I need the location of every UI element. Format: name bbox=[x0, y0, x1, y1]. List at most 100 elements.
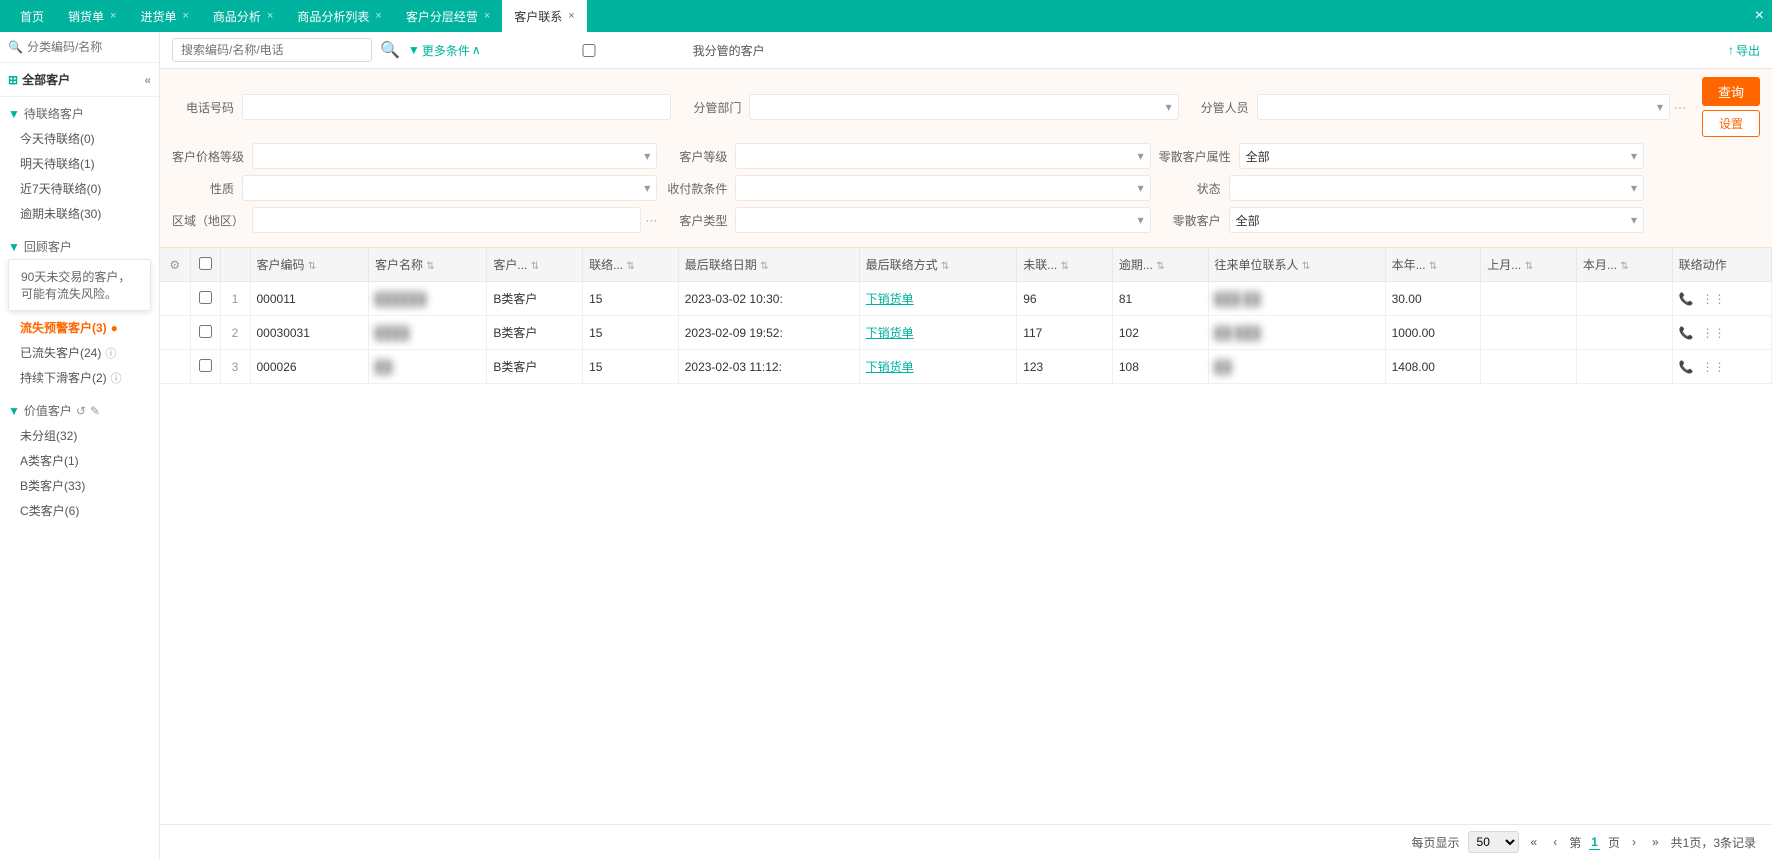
col-last-date[interactable]: 最后联络日期 ⇅ bbox=[678, 248, 859, 282]
nav-purchase-order[interactable]: 进货单 × bbox=[128, 0, 200, 32]
sidebar-item-class-c[interactable]: C类客户(6) bbox=[0, 498, 159, 523]
col-name[interactable]: 客户名称 ⇅ bbox=[368, 248, 486, 282]
col-last-month[interactable]: 上月... ⇅ bbox=[1481, 248, 1577, 282]
row-last-method[interactable]: 下销货单 bbox=[859, 316, 1017, 350]
region-more-btn[interactable]: ··· bbox=[645, 213, 657, 227]
col-this-month[interactable]: 本月... ⇅ bbox=[1576, 248, 1672, 282]
row-checkbox[interactable] bbox=[199, 291, 212, 304]
nav-sales-order[interactable]: 销货单 × bbox=[56, 0, 128, 32]
close-purchase-order[interactable]: × bbox=[182, 10, 188, 22]
first-page-button[interactable]: « bbox=[1527, 833, 1542, 851]
filter-person-select[interactable]: ▾ bbox=[1257, 94, 1670, 120]
query-button[interactable]: 查询 bbox=[1702, 77, 1760, 106]
select-all-checkbox[interactable] bbox=[199, 257, 212, 270]
filter-region-input[interactable] bbox=[252, 207, 641, 233]
more-conditions-button[interactable]: ▼ 更多条件 ∧ bbox=[408, 42, 481, 59]
search-button[interactable]: 🔍 bbox=[380, 40, 400, 60]
edit-icon[interactable]: ✎ bbox=[90, 404, 100, 418]
my-customers-checkbox[interactable] bbox=[489, 44, 689, 57]
row-last-method[interactable]: 下销货单 bbox=[859, 350, 1017, 384]
row-checkbox-cell[interactable] bbox=[190, 316, 220, 350]
sidebar-item-class-a[interactable]: A类客户(1) bbox=[0, 448, 159, 473]
row-this-year: 30.00 bbox=[1385, 282, 1481, 316]
filter-casual-attr-select[interactable]: 全部 ▾ bbox=[1239, 143, 1644, 169]
filter-payment-select[interactable]: ▾ bbox=[735, 175, 1150, 201]
nav-customer-contact[interactable]: 客户联系 × bbox=[502, 0, 586, 32]
col-overdue[interactable]: 逾期... ⇅ bbox=[1112, 248, 1208, 282]
sidebar-group-value-header[interactable]: ▼ 价值客户 ↺ ✎ bbox=[0, 398, 159, 423]
filter-person-label: 分管人员 bbox=[1187, 99, 1257, 116]
filter-price-grade-select[interactable]: ▾ bbox=[252, 143, 657, 169]
table-row: 2 00030031 ████ B类客户 15 2023-02-09 19:52… bbox=[160, 316, 1772, 350]
row-action: 📞 ⋮⋮ bbox=[1672, 282, 1771, 316]
row-overdue: 108 bbox=[1112, 350, 1208, 384]
filter-field-person: 分管人员 ▾ ··· bbox=[1187, 94, 1686, 120]
sidebar-item-overdue-pending[interactable]: 逾期未联络(30) bbox=[0, 201, 159, 226]
sidebar-item-today-pending[interactable]: 今天待联络(0) bbox=[0, 126, 159, 151]
export-button[interactable]: ↑ 导出 bbox=[1728, 42, 1760, 59]
sidebar-item-class-b[interactable]: B类客户(33) bbox=[0, 473, 159, 498]
row-this-month bbox=[1576, 350, 1672, 384]
row-checkbox[interactable] bbox=[199, 325, 212, 338]
col-checkbox[interactable] bbox=[190, 248, 220, 282]
close-all-icon[interactable]: × bbox=[1755, 7, 1764, 25]
row-checkbox-cell[interactable] bbox=[190, 282, 220, 316]
filter-field-customer-type: 客户类型 ▾ bbox=[665, 207, 1150, 233]
row-overdue: 102 bbox=[1112, 316, 1208, 350]
last-page-button[interactable]: » bbox=[1648, 833, 1663, 851]
row-checkbox[interactable] bbox=[199, 359, 212, 372]
sidebar-item-declining[interactable]: 持续下滑客户(2) ⓘ bbox=[0, 365, 159, 390]
filter-grade-select[interactable]: ▾ bbox=[735, 143, 1150, 169]
nav-product-analysis[interactable]: 商品分析 × bbox=[201, 0, 285, 32]
col-code[interactable]: 客户编码 ⇅ bbox=[250, 248, 368, 282]
my-customers-checkbox-label[interactable]: 我分管的客户 bbox=[489, 42, 765, 59]
close-sales-order[interactable]: × bbox=[110, 10, 116, 22]
col-contact[interactable]: 联络... ⇅ bbox=[583, 248, 679, 282]
sidebar-item-churn-warning[interactable]: 流失预警客户(3) ● bbox=[0, 315, 159, 340]
sidebar-item-ungrouped[interactable]: 未分组(32) bbox=[0, 423, 159, 448]
filter-phone-input[interactable] bbox=[242, 94, 671, 120]
close-product-analysis-list[interactable]: × bbox=[375, 10, 381, 22]
sidebar-item-week-pending[interactable]: 近7天待联络(0) bbox=[0, 176, 159, 201]
row-checkbox-cell[interactable] bbox=[190, 350, 220, 384]
sidebar-item-churned[interactable]: 已流失客户(24) ⓘ bbox=[0, 340, 159, 365]
more-action-icon[interactable]: ⋮⋮ bbox=[1702, 360, 1726, 374]
nav-home[interactable]: 首页 bbox=[8, 0, 56, 32]
search-input[interactable] bbox=[172, 38, 372, 62]
per-page-select[interactable]: 50 100 200 bbox=[1468, 831, 1519, 853]
col-type[interactable]: 客户... ⇅ bbox=[487, 248, 583, 282]
filter-customer-type-select[interactable]: ▾ bbox=[735, 207, 1150, 233]
contact-icon[interactable]: 📞 bbox=[1679, 326, 1694, 340]
contact-icon[interactable]: 📞 bbox=[1679, 292, 1694, 306]
next-page-button[interactable]: › bbox=[1628, 833, 1640, 851]
close-customer-contact[interactable]: × bbox=[568, 10, 574, 22]
filter-dept-select[interactable]: ▾ bbox=[749, 94, 1178, 120]
nav-customer-tier[interactable]: 客户分层经营 × bbox=[394, 0, 502, 32]
filter-status-select[interactable]: ▾ bbox=[1229, 175, 1644, 201]
filter-casual-select[interactable]: 全部 ▾ bbox=[1229, 207, 1644, 233]
filter-nature-select[interactable]: ▾ bbox=[242, 175, 657, 201]
more-action-icon[interactable]: ⋮⋮ bbox=[1702, 326, 1726, 340]
sidebar-group-pending-header[interactable]: ▼ 待联络客户 bbox=[0, 101, 159, 126]
close-customer-tier[interactable]: × bbox=[484, 10, 490, 22]
refresh-icon[interactable]: ↺ bbox=[76, 404, 86, 418]
settings-button[interactable]: 设置 bbox=[1702, 110, 1760, 137]
col-last-method[interactable]: 最后联络方式 ⇅ bbox=[859, 248, 1017, 282]
col-this-year[interactable]: 本年... ⇅ bbox=[1385, 248, 1481, 282]
nav-product-analysis-list[interactable]: 商品分析列表 × bbox=[285, 0, 393, 32]
person-more-btn[interactable]: ··· bbox=[1674, 100, 1686, 114]
sidebar-search-input[interactable] bbox=[27, 40, 151, 54]
row-last-method[interactable]: 下销货单 bbox=[859, 282, 1017, 316]
contact-icon[interactable]: 📞 bbox=[1679, 360, 1694, 374]
page-word-pre: 第 bbox=[1569, 834, 1581, 851]
sidebar-item-tomorrow-pending[interactable]: 明天待联络(1) bbox=[0, 151, 159, 176]
sidebar-all-customers[interactable]: ⊞ 全部客户 « bbox=[0, 63, 159, 97]
col-unit-contact[interactable]: 往来单位联系人 ⇅ bbox=[1208, 248, 1385, 282]
more-action-icon[interactable]: ⋮⋮ bbox=[1702, 292, 1726, 306]
prev-page-button[interactable]: ‹ bbox=[1549, 833, 1561, 851]
col-not-contact[interactable]: 未联... ⇅ bbox=[1017, 248, 1113, 282]
collapse-sidebar-icon[interactable]: « bbox=[144, 73, 151, 87]
col-settings[interactable]: ⚙ bbox=[160, 248, 190, 282]
sidebar-group-review-header[interactable]: ▼ 回顾客户 bbox=[0, 234, 159, 259]
close-product-analysis[interactable]: × bbox=[267, 10, 273, 22]
